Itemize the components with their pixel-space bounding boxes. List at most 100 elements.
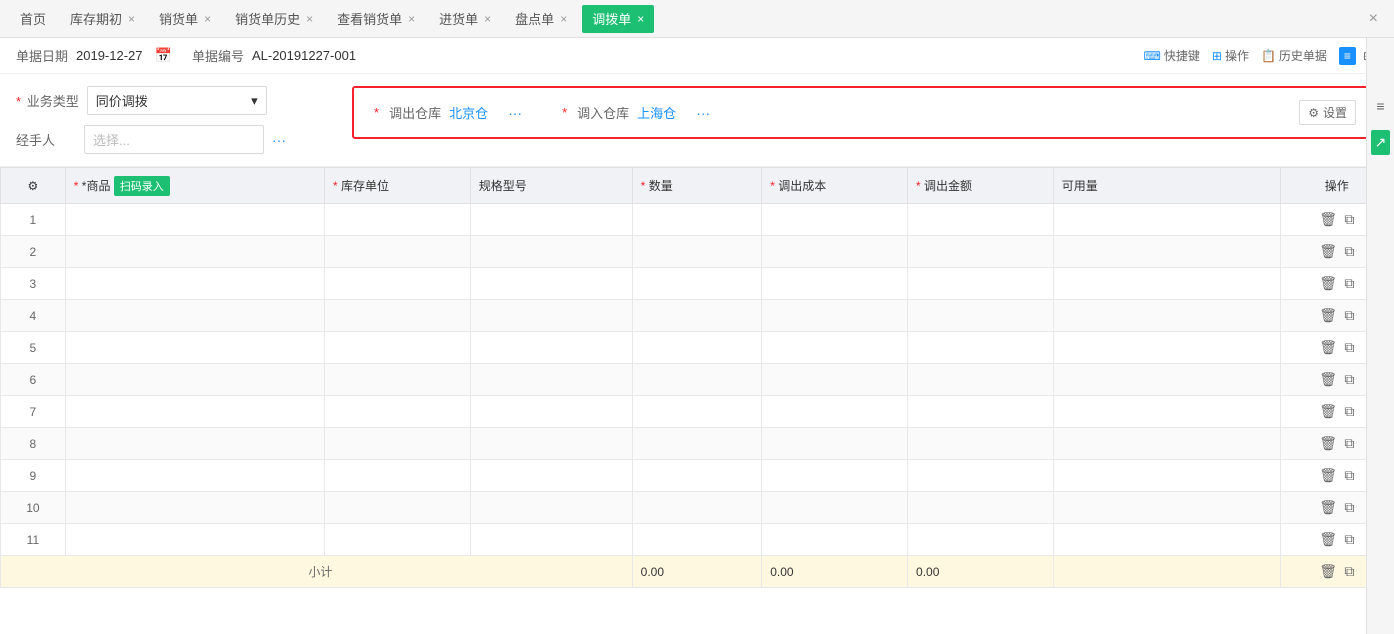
right-panel-export-icon[interactable]: ↗ [1371, 130, 1391, 155]
subtotal-delete-icon[interactable]: 🗑 [1317, 561, 1339, 582]
row-spec[interactable] [470, 236, 632, 268]
row-goods[interactable] [65, 460, 324, 492]
tab-view-sales[interactable]: 查看销货单 × [325, 0, 427, 38]
delete-icon[interactable]: 🗑 [1317, 401, 1339, 422]
row-unit[interactable] [324, 396, 470, 428]
row-amount[interactable] [908, 396, 1054, 428]
copy-icon[interactable]: ⧉ [1342, 273, 1356, 294]
table-gear-icon[interactable]: ⚙ [28, 179, 39, 193]
row-avail[interactable] [1053, 332, 1280, 364]
row-amount[interactable] [908, 236, 1054, 268]
row-qty[interactable] [632, 300, 762, 332]
warehouse-out-value[interactable]: 北京仓 [449, 103, 488, 122]
tab-sales-history-close[interactable]: × [306, 12, 313, 26]
row-spec[interactable] [470, 332, 632, 364]
delete-icon[interactable]: 🗑 [1317, 529, 1339, 550]
row-qty[interactable] [632, 204, 762, 236]
row-spec[interactable] [470, 300, 632, 332]
delete-icon[interactable]: 🗑 [1317, 465, 1339, 486]
row-unit[interactable] [324, 332, 470, 364]
tab-inventory-init-close[interactable]: × [128, 12, 135, 26]
row-avail[interactable] [1053, 492, 1280, 524]
col-gear-header[interactable]: ⚙ [1, 168, 66, 204]
row-unit[interactable] [324, 268, 470, 300]
delete-icon[interactable]: 🗑 [1317, 305, 1339, 326]
row-goods[interactable] [65, 364, 324, 396]
delete-icon[interactable]: 🗑 [1317, 337, 1339, 358]
row-goods[interactable] [65, 492, 324, 524]
row-unit[interactable] [324, 300, 470, 332]
tab-home[interactable]: 首页 [8, 0, 58, 38]
row-qty[interactable] [632, 428, 762, 460]
row-spec[interactable] [470, 524, 632, 556]
row-unit[interactable] [324, 428, 470, 460]
row-amount[interactable] [908, 428, 1054, 460]
copy-icon[interactable]: ⧉ [1342, 241, 1356, 262]
row-avail[interactable] [1053, 204, 1280, 236]
scan-button[interactable]: 扫码录入 [114, 176, 170, 196]
row-qty[interactable] [632, 396, 762, 428]
tab-purchase-order-close[interactable]: × [484, 12, 491, 26]
subtotal-copy-icon[interactable]: ⧉ [1342, 561, 1356, 582]
handler-select[interactable]: 选择... [84, 125, 264, 154]
row-goods[interactable] [65, 524, 324, 556]
copy-icon[interactable]: ⧉ [1342, 465, 1356, 486]
row-spec[interactable] [470, 364, 632, 396]
row-cost[interactable] [762, 428, 908, 460]
copy-icon[interactable]: ⧉ [1342, 529, 1356, 550]
row-amount[interactable] [908, 524, 1054, 556]
copy-icon[interactable]: ⧉ [1342, 497, 1356, 518]
row-cost[interactable] [762, 492, 908, 524]
row-qty[interactable] [632, 492, 762, 524]
copy-icon[interactable]: ⧉ [1342, 401, 1356, 422]
tab-sales-history[interactable]: 销货单历史 × [223, 0, 325, 38]
row-goods[interactable] [65, 428, 324, 460]
row-qty[interactable] [632, 332, 762, 364]
row-goods[interactable] [65, 300, 324, 332]
row-goods[interactable] [65, 396, 324, 428]
row-unit[interactable] [324, 460, 470, 492]
tab-sales-order-close[interactable]: × [204, 12, 211, 26]
row-qty[interactable] [632, 236, 762, 268]
row-spec[interactable] [470, 396, 632, 428]
row-unit[interactable] [324, 236, 470, 268]
tab-stocktake-close[interactable]: × [560, 12, 567, 26]
row-avail[interactable] [1053, 428, 1280, 460]
row-cost[interactable] [762, 460, 908, 492]
tab-purchase-order[interactable]: 进货单 × [427, 0, 503, 38]
row-spec[interactable] [470, 428, 632, 460]
row-avail[interactable] [1053, 524, 1280, 556]
row-unit[interactable] [324, 492, 470, 524]
copy-icon[interactable]: ⧉ [1342, 433, 1356, 454]
tab-transfer-close[interactable]: × [637, 12, 644, 26]
delete-icon[interactable]: 🗑 [1317, 273, 1339, 294]
row-avail[interactable] [1053, 236, 1280, 268]
tab-stocktake[interactable]: 盘点单 × [503, 0, 579, 38]
row-cost[interactable] [762, 364, 908, 396]
operations-btn[interactable]: ⊞ 操作 [1212, 47, 1249, 64]
delete-icon[interactable]: 🗑 [1317, 433, 1339, 454]
row-spec[interactable] [470, 268, 632, 300]
row-spec[interactable] [470, 204, 632, 236]
handler-more-btn[interactable]: ··· [272, 132, 286, 148]
settings-button[interactable]: ⚙ 设置 [1299, 100, 1356, 125]
tab-transfer[interactable]: 调拨单 × [582, 5, 654, 33]
row-spec[interactable] [470, 460, 632, 492]
tab-inventory-init[interactable]: 库存期初 × [58, 0, 147, 38]
row-cost[interactable] [762, 396, 908, 428]
row-goods[interactable] [65, 204, 324, 236]
row-spec[interactable] [470, 492, 632, 524]
row-amount[interactable] [908, 268, 1054, 300]
delete-icon[interactable]: 🗑 [1317, 241, 1339, 262]
copy-icon[interactable]: ⧉ [1342, 369, 1356, 390]
row-avail[interactable] [1053, 460, 1280, 492]
calendar-icon[interactable]: 📅 [155, 47, 172, 64]
row-cost[interactable] [762, 268, 908, 300]
row-goods[interactable] [65, 236, 324, 268]
list-view-icon[interactable]: ≡ [1339, 47, 1356, 65]
row-unit[interactable] [324, 204, 470, 236]
copy-icon[interactable]: ⧉ [1342, 305, 1356, 326]
warehouse-out-more-btn[interactable]: ··· [508, 105, 522, 121]
row-avail[interactable] [1053, 396, 1280, 428]
tab-view-sales-close[interactable]: × [408, 12, 415, 26]
